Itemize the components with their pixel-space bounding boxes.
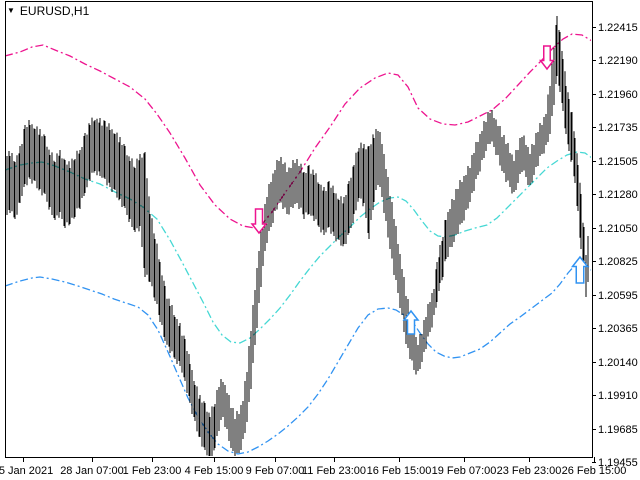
- y-axis-label: 1.19910: [598, 390, 638, 402]
- y-axis-label: 1.21050: [598, 223, 638, 235]
- y-axis-label: 1.21960: [598, 89, 638, 101]
- y-axis-label: 1.21280: [598, 189, 638, 201]
- y-axis-label: 1.20595: [598, 290, 638, 302]
- x-axis-label: 28 Jan 07:00: [60, 465, 124, 477]
- x-axis-label: 23 Feb 23:00: [497, 465, 562, 477]
- x-axis-label: 4 Feb 15:00: [185, 465, 244, 477]
- y-axis-label: 1.22190: [598, 55, 638, 67]
- x-axis-label: 19 Feb 07:00: [432, 465, 497, 477]
- y-axis-label: 1.20365: [598, 323, 638, 335]
- x-axis-label: 11 Feb 23:00: [302, 465, 366, 477]
- x-axis-label: 26 Feb 15:00: [562, 465, 627, 477]
- x-axis-label: 16 Feb 15:00: [367, 465, 432, 477]
- x-axis-label: 9 Feb 07:00: [246, 465, 305, 477]
- chart-window: 1.22415 1.22190 1.21960 1.21735 1.21505 1.212…: [0, 0, 640, 480]
- x-axis-label: 25 Jan 2021: [0, 465, 53, 477]
- y-axis-label: 1.20140: [598, 357, 638, 369]
- x-axis-label: 1 Feb 23:00: [123, 465, 182, 477]
- chevron-down-icon: ▼: [7, 7, 15, 15]
- y-axis-label: 1.20825: [598, 256, 638, 268]
- y-axis-label: 1.21505: [598, 156, 638, 168]
- price-chart-canvas[interactable]: 1.22415 1.22190 1.21960 1.21735 1.21505 1.212…: [0, 0, 640, 480]
- symbol-selector[interactable]: ▼ EURUSD,H1: [7, 5, 89, 17]
- y-axis-label: 1.21735: [598, 122, 638, 134]
- plot-frame: [6, 2, 593, 458]
- symbol-label-text: EURUSD,H1: [20, 5, 89, 17]
- y-axis-label: 1.19685: [598, 424, 638, 436]
- y-axis-label: 1.22415: [598, 22, 638, 34]
